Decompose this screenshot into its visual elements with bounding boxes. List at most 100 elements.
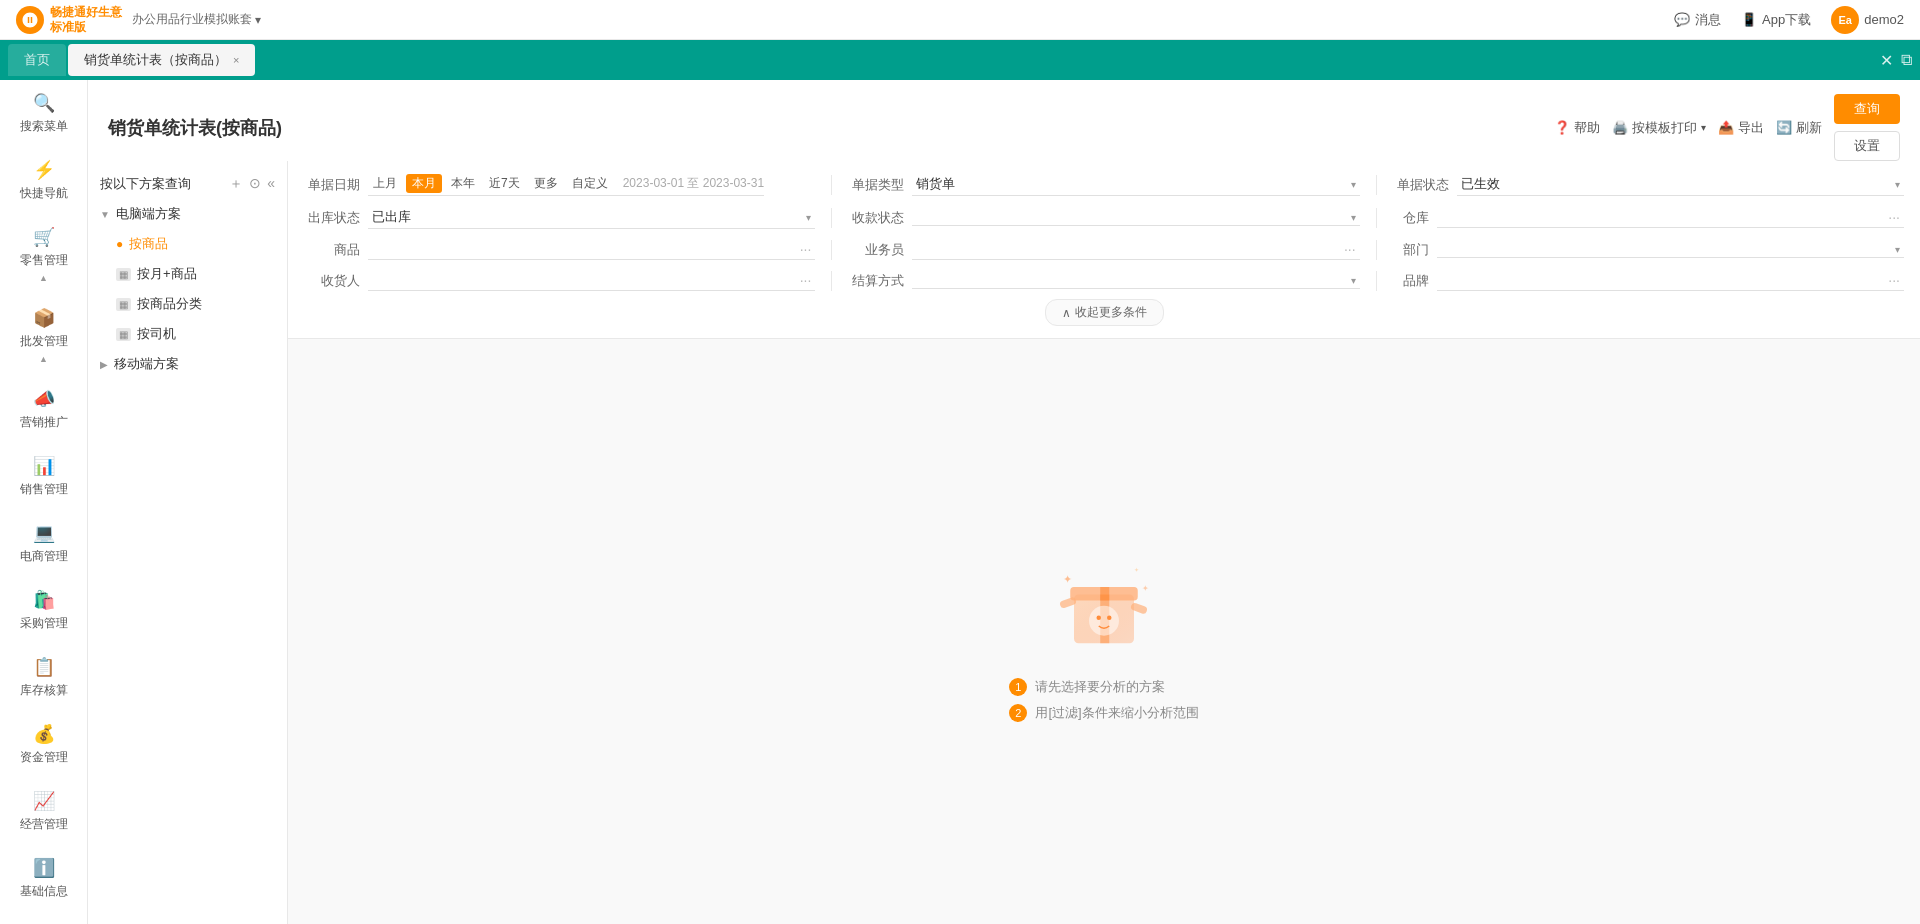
- tree-group-pc-header[interactable]: ▼ 电脑端方案: [88, 199, 287, 229]
- app-download-button[interactable]: 📱 App下载: [1741, 11, 1811, 29]
- sidebar-item-operations[interactable]: 📈 经营管理: [0, 778, 87, 845]
- sidebar-item-search[interactable]: 🔍 搜索菜单: [0, 80, 87, 147]
- sidebar-item-ecommerce[interactable]: 💻 电商管理: [0, 510, 87, 577]
- tab-home[interactable]: 首页: [8, 44, 66, 76]
- tree-settings-icon[interactable]: ⊙: [249, 175, 261, 193]
- filter-dept-select[interactable]: ▾: [1437, 242, 1904, 258]
- filter-warehouse-group: 仓库 ···: [1393, 207, 1904, 228]
- tree-group-pc-arrow-icon: ▼: [100, 209, 110, 220]
- collapse-row: ∧ 收起更多条件: [304, 299, 1904, 326]
- filter-warehouse-input[interactable]: ···: [1437, 207, 1904, 228]
- tree-child-by-cashier[interactable]: ▦ 按司机: [104, 319, 287, 349]
- search-icon: 🔍: [33, 92, 55, 114]
- sidebar-item-purchase-label: 采购管理: [20, 615, 68, 632]
- refresh-button[interactable]: 🔄 刷新: [1776, 119, 1822, 137]
- date-shortcut-this-month[interactable]: 本月: [406, 174, 442, 193]
- tree-child-by-goods-category-icon: ▦: [116, 298, 131, 311]
- filter-divider-1: [831, 175, 832, 195]
- filter-staff-label: 业务员: [848, 241, 904, 259]
- filter-payment-status-group: 收款状态 ▾: [848, 209, 1359, 227]
- tree-group-mobile-label: 移动端方案: [114, 355, 179, 373]
- sidebar-item-marketing[interactable]: 📣 营销推广: [0, 376, 87, 443]
- logo-icon: [16, 6, 44, 34]
- settings-button[interactable]: 设置: [1834, 131, 1900, 161]
- filter-brand-input[interactable]: ···: [1437, 270, 1904, 291]
- filter-warehouse-status-label: 出库状态: [304, 209, 360, 227]
- logo-text: 畅捷通好生意 标准版: [50, 5, 122, 34]
- template-print-button[interactable]: 🖨️ 按模板打印 ▾: [1612, 119, 1706, 137]
- tree-add-icon[interactable]: ＋: [229, 175, 243, 193]
- filter-divider-7: [831, 271, 832, 291]
- sidebar-item-inventory[interactable]: 📋 库存核算: [0, 644, 87, 711]
- filter-receiver-label: 收货人: [304, 272, 360, 290]
- sidebar-item-retail[interactable]: 🛒 零售管理 ▲: [0, 214, 87, 295]
- date-shortcut-custom[interactable]: 自定义: [567, 174, 613, 193]
- filter-tree-area: 按以下方案查询 ＋ ⊙ « ▼ 电脑端方案: [88, 161, 1920, 924]
- inventory-icon: 📋: [33, 656, 55, 678]
- sidebar-item-wholesale[interactable]: 📦 批发管理 ▲: [0, 295, 87, 376]
- sidebar-item-search-label: 搜索菜单: [20, 118, 68, 135]
- date-shortcut-this-year[interactable]: 本年: [446, 174, 480, 193]
- tab-restore-icon[interactable]: ⧉: [1901, 51, 1912, 70]
- filter-warehouse-status-value: 已出库: [372, 208, 806, 226]
- collapse-button[interactable]: ∧ 收起更多条件: [1045, 299, 1164, 326]
- filter-settlement-select[interactable]: ▾: [912, 273, 1359, 289]
- sidebar-item-retail-label: 零售管理: [20, 252, 68, 269]
- filter-warehouse-status-select[interactable]: 已出库 ▾: [368, 206, 815, 229]
- filter-staff-input[interactable]: ···: [912, 239, 1359, 260]
- basic-info-icon: ℹ️: [33, 857, 55, 879]
- filter-doc-type-label: 单据类型: [848, 176, 904, 194]
- filter-divider-4: [1376, 208, 1377, 228]
- retail-icon: 🛒: [33, 226, 55, 248]
- sidebar-item-sales-mgmt[interactable]: 📊 销售管理: [0, 443, 87, 510]
- filter-receiver-dots-icon: ···: [800, 272, 812, 288]
- tree-panel: 按以下方案查询 ＋ ⊙ « ▼ 电脑端方案: [88, 161, 288, 924]
- date-shortcut-last-month[interactable]: 上月: [368, 174, 402, 193]
- filter-goods-group: 商品 ···: [304, 239, 815, 260]
- page-body: 🔍 搜索菜单 ⚡ 快捷导航 🛒 零售管理 ▲ 📦 批发管理 ▲ 📣 营销推广 📊…: [0, 80, 1920, 924]
- page-title: 销货单统计表(按商品): [108, 116, 282, 140]
- tree-child-by-goods-category[interactable]: ▦ 按商品分类: [104, 289, 287, 319]
- filter-payment-status-label: 收款状态: [848, 209, 904, 227]
- tree-child-by-month-goods[interactable]: ▦ 按月+商品: [104, 259, 287, 289]
- query-button[interactable]: 查询: [1834, 94, 1900, 124]
- tab-bar: 首页 销货单统计表（按商品） × ✕ ⧉: [0, 40, 1920, 80]
- tab-sales-stat[interactable]: 销货单统计表（按商品） ×: [68, 44, 255, 76]
- filter-row-4: 收货人 ··· 结算方式 ▾: [304, 270, 1904, 291]
- message-button[interactable]: 💬 消息: [1674, 11, 1721, 29]
- date-shortcut-7days[interactable]: 近7天: [484, 174, 525, 193]
- refresh-icon: 🔄: [1776, 120, 1792, 135]
- svg-text:✦: ✦: [1134, 567, 1139, 573]
- app-title-dropdown[interactable]: 办公用品行业模拟账套 ▾: [132, 11, 261, 28]
- filter-staff-dots-icon: ···: [1344, 241, 1356, 257]
- tree-child-by-goods[interactable]: ● 按商品: [104, 229, 287, 259]
- sidebar-item-quick-nav[interactable]: ⚡ 快捷导航: [0, 147, 87, 214]
- purchase-icon: 🛍️: [33, 589, 55, 611]
- sidebar-item-basic-info[interactable]: ℹ️ 基础信息: [0, 845, 87, 912]
- collapse-up-icon: ∧: [1062, 306, 1071, 320]
- filter-doc-type-select[interactable]: 销货单 ▾: [912, 173, 1359, 196]
- tree-group-mobile-header[interactable]: ▶ 移动端方案: [88, 349, 287, 379]
- sidebar-item-purchase[interactable]: 🛍️ 采购管理: [0, 577, 87, 644]
- filter-brand-group: 品牌 ···: [1393, 270, 1904, 291]
- sidebar-item-finance[interactable]: 💰 资金管理: [0, 711, 87, 778]
- filter-doc-status-select[interactable]: 已生效 ▾: [1457, 173, 1904, 196]
- export-button[interactable]: 📤 导出: [1718, 119, 1764, 137]
- sidebar-item-system[interactable]: ⚙️ 系统管理: [0, 912, 87, 924]
- date-shortcut-more[interactable]: 更多: [529, 174, 563, 193]
- sidebar-item-basic-info-label: 基础信息: [20, 883, 68, 900]
- filter-goods-input[interactable]: ···: [368, 239, 815, 260]
- tab-close-icon[interactable]: ×: [233, 54, 239, 66]
- dropdown-arrow-icon: ▾: [255, 13, 261, 27]
- user-area[interactable]: Ea demo2: [1831, 6, 1904, 34]
- filter-row-2: 出库状态 已出库 ▾ 收款状态 ▾: [304, 206, 1904, 229]
- filter-payment-status-select[interactable]: ▾: [912, 210, 1359, 226]
- retail-arrow-icon: ▲: [39, 273, 48, 283]
- filter-receiver-input[interactable]: ···: [368, 270, 815, 291]
- tree-collapse-icon[interactable]: «: [267, 175, 275, 193]
- help-button[interactable]: ❓ 帮助: [1554, 119, 1600, 137]
- tree-child-by-cashier-label: 按司机: [137, 325, 176, 343]
- filter-payment-status-arrow-icon: ▾: [1351, 212, 1356, 223]
- filter-warehouse-status-arrow-icon: ▾: [806, 212, 811, 223]
- tab-close-window-icon[interactable]: ✕: [1880, 51, 1893, 70]
